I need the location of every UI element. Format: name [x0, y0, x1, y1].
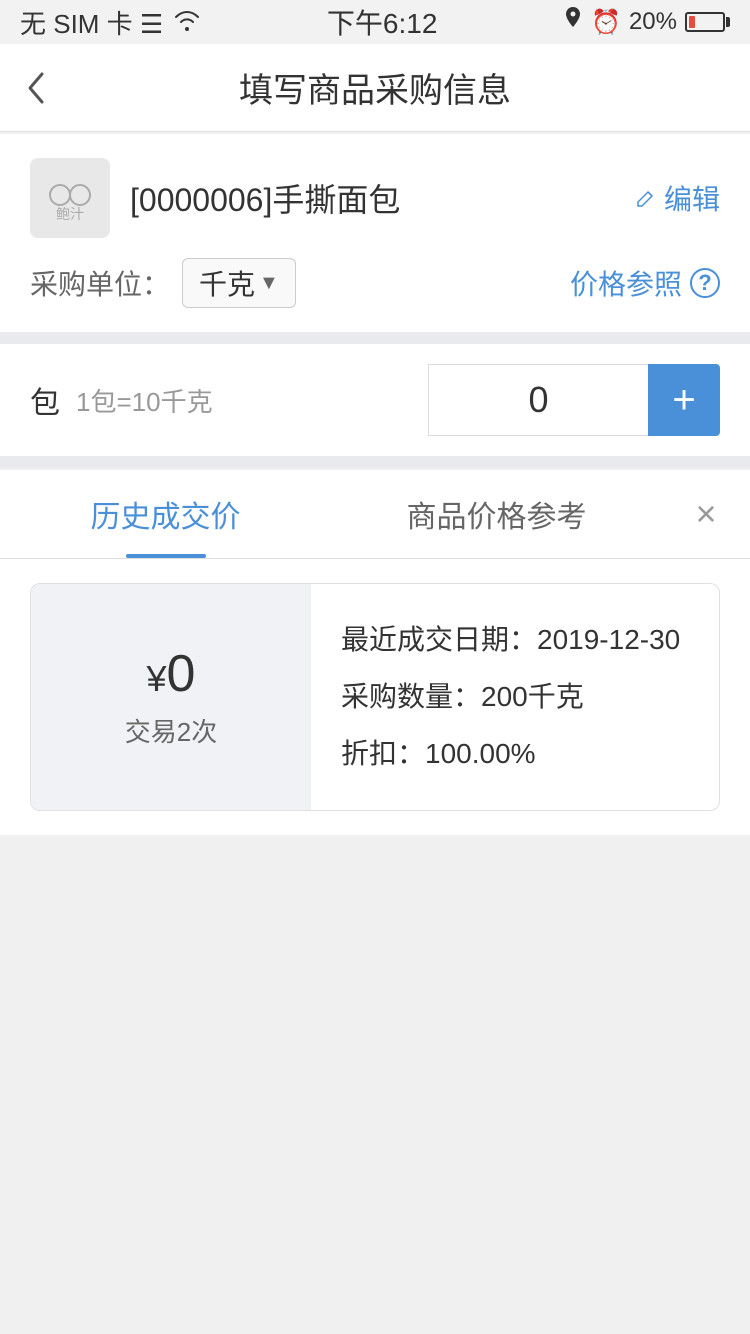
trade-count: 交易2次: [125, 712, 217, 749]
tab-history-label: 历史成交价: [91, 492, 241, 536]
alarm-icon: ⏰: [591, 8, 621, 37]
card-right: 最近成交日期：2019-12-30 采购数量：200千克 折扣：100.00%: [311, 584, 719, 810]
price-value: 0: [167, 645, 196, 703]
back-button[interactable]: [24, 68, 48, 108]
quantity-plus-button[interactable]: +: [648, 364, 720, 436]
price-ref-button[interactable]: 价格参照 ?: [570, 263, 720, 303]
tabs-header: 历史成交价 商品价格参考 ×: [0, 470, 750, 559]
price-display: ¥0: [147, 644, 196, 704]
tabs-section: 历史成交价 商品价格参考 × ¥0 交易2次 最近成交日期：2019-12-30: [0, 470, 750, 835]
edit-button[interactable]: 编辑: [634, 178, 720, 218]
discount-row: 折扣：100.00%: [341, 734, 689, 773]
section-divider-2: [0, 456, 750, 468]
tab-history-price[interactable]: 历史成交价: [0, 470, 331, 558]
quantity-section: 包 1包=10千克 +: [0, 344, 750, 456]
unit-value: 千克: [199, 263, 255, 303]
tab-active-underline: [126, 554, 206, 558]
tab-price-ref[interactable]: 商品价格参考: [331, 470, 662, 558]
price-symbol: ¥: [147, 658, 167, 699]
unit-left: 采购单位： 千克 ▼: [30, 258, 296, 308]
help-icon: ?: [690, 268, 720, 298]
tab-price-ref-label: 商品价格参考: [407, 492, 587, 536]
status-right: ⏰ 20%: [563, 7, 730, 38]
battery-percent: 20%: [629, 8, 677, 36]
dropdown-arrow-icon: ▼: [259, 272, 279, 295]
product-unit-row: 采购单位： 千克 ▼ 价格参照 ?: [30, 258, 720, 308]
svg-text:鲍汁: 鲍汁: [56, 206, 84, 222]
close-icon: ×: [695, 493, 716, 535]
sim-signal: 无 SIM 卡 ☰: [20, 4, 163, 41]
quantity-right: +: [428, 364, 720, 436]
discount-label: 折扣：: [341, 738, 425, 769]
recent-date-row: 最近成交日期：2019-12-30: [341, 620, 689, 659]
wifi-icon: [173, 7, 201, 38]
unit-label: 采购单位：: [30, 263, 170, 303]
unit-dropdown[interactable]: 千克 ▼: [182, 258, 296, 308]
product-left: 鲍汁 [0000006]手撕面包: [30, 158, 400, 238]
card-left: ¥0 交易2次: [31, 584, 311, 810]
purchase-qty-label: 采购数量：: [341, 681, 481, 712]
page-title: 填写商品采购信息: [239, 63, 511, 112]
status-left: 无 SIM 卡 ☰: [20, 4, 201, 41]
section-divider: [0, 332, 750, 344]
nav-bar: 填写商品采购信息: [0, 44, 750, 132]
unit-icon: 包: [30, 378, 60, 422]
product-section: 鲍汁 [0000006]手撕面包 编辑 采购单位： 千克 ▼ 价格参照 ?: [0, 134, 750, 332]
purchase-qty-value: 200千克: [481, 681, 584, 712]
tab-close-button[interactable]: ×: [662, 470, 750, 558]
product-logo: 鲍汁: [30, 158, 110, 238]
unit-desc: 1包=10千克: [76, 382, 213, 419]
discount-value: 100.00%: [425, 738, 536, 769]
quantity-input[interactable]: [428, 364, 648, 436]
price-ref-label: 价格参照: [570, 263, 682, 303]
recent-date-value: 2019-12-30: [537, 624, 680, 655]
purchase-qty-row: 采购数量：200千克: [341, 677, 689, 716]
product-name: [0000006]手撕面包: [130, 175, 400, 221]
location-icon: [563, 7, 583, 38]
quantity-left: 包 1包=10千克: [30, 378, 213, 422]
status-bar: 无 SIM 卡 ☰ 下午6:12 ⏰ 20%: [0, 0, 750, 44]
recent-date-label: 最近成交日期：: [341, 624, 537, 655]
status-time: 下午6:12: [327, 2, 438, 42]
history-content: ¥0 交易2次 最近成交日期：2019-12-30 采购数量：200千克 折扣：…: [0, 559, 750, 835]
history-card: ¥0 交易2次 最近成交日期：2019-12-30 采购数量：200千克 折扣：…: [30, 583, 720, 811]
product-header: 鲍汁 [0000006]手撕面包 编辑: [30, 158, 720, 238]
battery-icon: [685, 12, 730, 32]
